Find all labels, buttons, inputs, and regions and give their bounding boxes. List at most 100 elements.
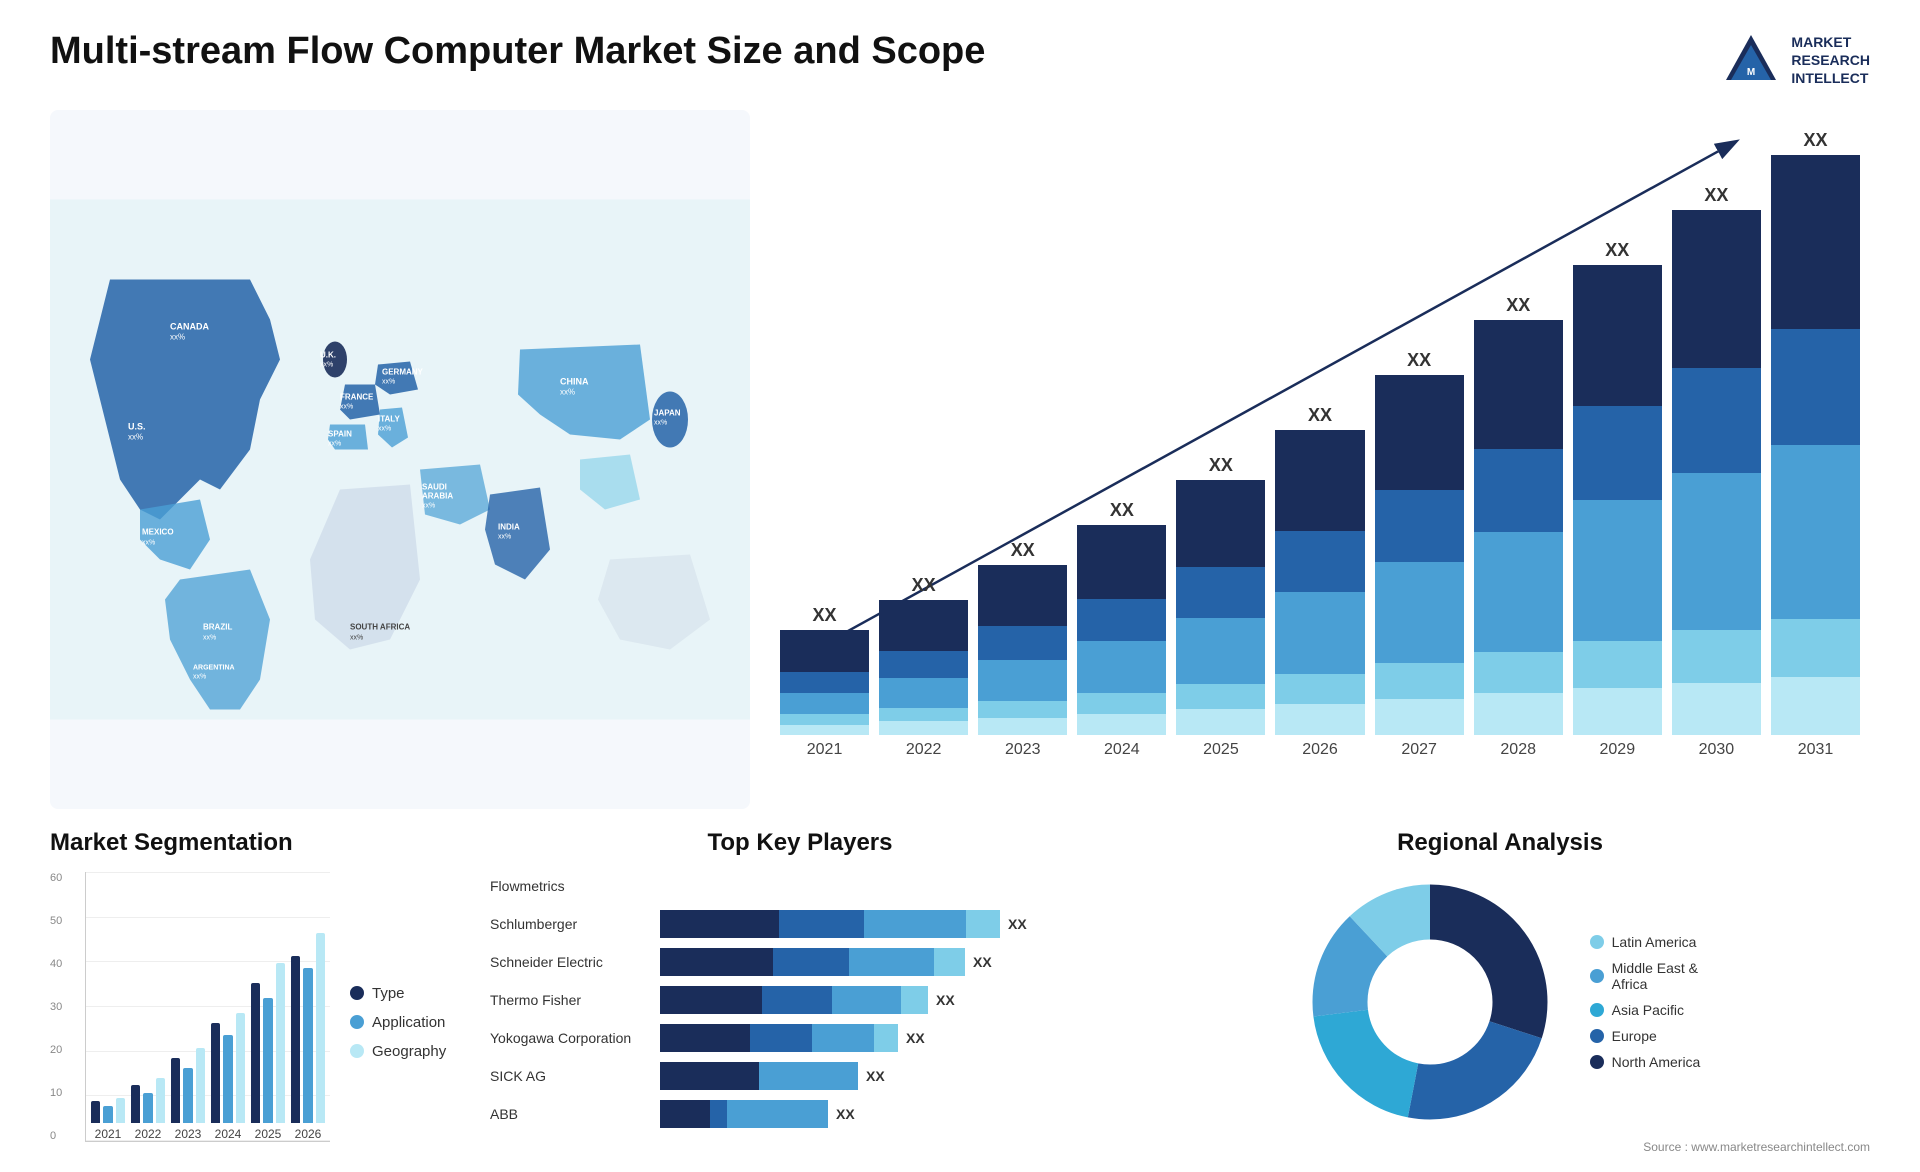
bar-2023: XX 2023 (978, 130, 1067, 759)
seg-b3-2025 (276, 963, 285, 1123)
legend-latin-america: Latin America (1590, 934, 1701, 950)
seg-b3-2021 (116, 1098, 125, 1123)
seg-b1-2022 (131, 1085, 140, 1123)
legend-europe-dot (1590, 1029, 1604, 1043)
seg-y-axis: 0 10 20 30 40 50 60 (50, 872, 62, 1142)
seg-bar-2024: 2024 (211, 872, 245, 1141)
seg-b3-2022 (156, 1078, 165, 1123)
player-val-sick: XX (866, 1068, 885, 1084)
player-row-thermo: Thermo Fisher XX (490, 986, 1110, 1014)
bar-year-2022: 2022 (906, 741, 942, 759)
bar-label-2031: XX (1803, 130, 1827, 151)
key-players-panel: Top Key Players Flowmetrics Schlumberger (490, 829, 1110, 1172)
svg-text:xx%: xx% (340, 404, 353, 411)
bar-chart-bars: XX 2021 XX (780, 130, 1860, 759)
seg-b2-2024 (223, 1035, 232, 1123)
bar-year-2024: 2024 (1104, 741, 1140, 759)
seg-b2-2025 (263, 998, 272, 1123)
segment-panel: Market Segmentation 0 10 20 30 40 50 60 (50, 829, 470, 1172)
seg-b1-2021 (91, 1101, 100, 1123)
legend-geography-dot (350, 1044, 364, 1058)
world-map-svg: CANADA xx% U.S. xx% MEXICO xx% BRAZIL xx… (50, 110, 750, 809)
player-row-sick: SICK AG XX (490, 1062, 1110, 1090)
player-name-abb: ABB (490, 1106, 650, 1122)
bar-year-2031: 2031 (1798, 741, 1834, 759)
player-val-thermo: XX (936, 992, 955, 1008)
donut-area: Latin America Middle East &Africa Asia P… (1130, 872, 1870, 1132)
bar-label-2026: XX (1308, 405, 1332, 426)
logo: M MARKET RESEARCH INTELLECT (1721, 30, 1870, 90)
seg-b1-2023 (171, 1058, 180, 1123)
legend-middle-east-label: Middle East &Africa (1612, 960, 1698, 992)
header: Multi-stream Flow Computer Market Size a… (50, 30, 1870, 90)
seg-b3-2024 (236, 1013, 245, 1123)
player-row-schneider: Schneider Electric XX (490, 948, 1110, 976)
legend-north-america-dot (1590, 1055, 1604, 1069)
player-row-schlumberger: Schlumberger XX (490, 910, 1110, 938)
seg-b2-2021 (103, 1106, 112, 1123)
bar-year-2027: 2027 (1401, 741, 1437, 759)
svg-text:U.S.: U.S. (128, 422, 146, 432)
legend-asia-pacific-label: Asia Pacific (1612, 1002, 1684, 1018)
player-name-schlumberger: Schlumberger (490, 916, 650, 932)
bar-2026: XX 2026 (1275, 130, 1364, 759)
svg-text:SAUDI: SAUDI (422, 483, 447, 492)
svg-text:CANADA: CANADA (170, 322, 209, 332)
bar-year-2021: 2021 (807, 741, 843, 759)
seg-legend: Type Application Geography (350, 872, 470, 1172)
seg-year-2026: 2026 (295, 1127, 322, 1141)
svg-text:M: M (1747, 67, 1755, 78)
svg-text:GERMANY: GERMANY (382, 368, 424, 377)
player-val-schlumberger: XX (1008, 916, 1027, 932)
legend-middle-east: Middle East &Africa (1590, 960, 1701, 992)
bar-chart-container: XX 2021 XX (770, 110, 1870, 809)
player-row-flowmetrics: Flowmetrics (490, 872, 1110, 900)
bar-year-2026: 2026 (1302, 741, 1338, 759)
legend-type-label: Type (372, 985, 405, 1002)
page-title: Multi-stream Flow Computer Market Size a… (50, 30, 985, 73)
svg-text:BRAZIL: BRAZIL (203, 623, 232, 632)
map-container: CANADA xx% U.S. xx% MEXICO xx% BRAZIL xx… (50, 110, 750, 809)
bar-year-2028: 2028 (1500, 741, 1536, 759)
player-bar-abb: XX (660, 1100, 1110, 1128)
seg-year-2022: 2022 (135, 1127, 162, 1141)
bar-label-2028: XX (1506, 295, 1530, 316)
seg-b1-2026 (291, 956, 300, 1123)
legend-type: Type (350, 985, 470, 1002)
player-row-yokogawa: Yokogawa Corporation XX (490, 1024, 1110, 1052)
svg-text:xx%: xx% (193, 674, 206, 681)
svg-text:JAPAN: JAPAN (654, 409, 681, 418)
svg-text:xx%: xx% (560, 388, 575, 397)
legend-north-america: North America (1590, 1054, 1701, 1070)
svg-text:xx%: xx% (320, 362, 333, 369)
bar-label-2021: XX (813, 605, 837, 626)
player-bar-schlumberger: XX (660, 910, 1110, 938)
legend-application-dot (350, 1015, 364, 1029)
legend-asia-pacific: Asia Pacific (1590, 1002, 1701, 1018)
player-name-sick: SICK AG (490, 1068, 650, 1084)
bar-2028: XX 2028 (1474, 130, 1563, 759)
legend-application-label: Application (372, 1014, 445, 1031)
seg-b2-2023 (183, 1068, 192, 1123)
player-val-yokogawa: XX (906, 1030, 925, 1046)
seg-bar-2025: 2025 (251, 872, 285, 1141)
legend-latin-america-dot (1590, 935, 1604, 949)
svg-text:INDIA: INDIA (498, 523, 520, 532)
seg-b3-2023 (196, 1048, 205, 1123)
logo-text: MARKET RESEARCH INTELLECT (1791, 33, 1870, 88)
player-row-abb: ABB XX (490, 1100, 1110, 1128)
bar-2027: XX 2027 (1375, 130, 1464, 759)
svg-text:ARGENTINA: ARGENTINA (193, 665, 235, 672)
seg-year-2023: 2023 (175, 1127, 202, 1141)
svg-text:SPAIN: SPAIN (328, 430, 352, 439)
bar-year-2030: 2030 (1699, 741, 1735, 759)
source-text: Source : www.marketresearchintellect.com (1130, 1140, 1870, 1154)
seg-bar-2021: 2021 (91, 872, 125, 1141)
svg-text:CHINA: CHINA (560, 377, 589, 387)
legend-europe: Europe (1590, 1028, 1701, 1044)
svg-text:xx%: xx% (328, 441, 341, 448)
bar-year-2029: 2029 (1600, 741, 1636, 759)
player-bar-flowmetrics (660, 872, 1110, 900)
seg-bar-2022: 2022 (131, 872, 165, 1141)
svg-text:xx%: xx% (422, 503, 435, 510)
